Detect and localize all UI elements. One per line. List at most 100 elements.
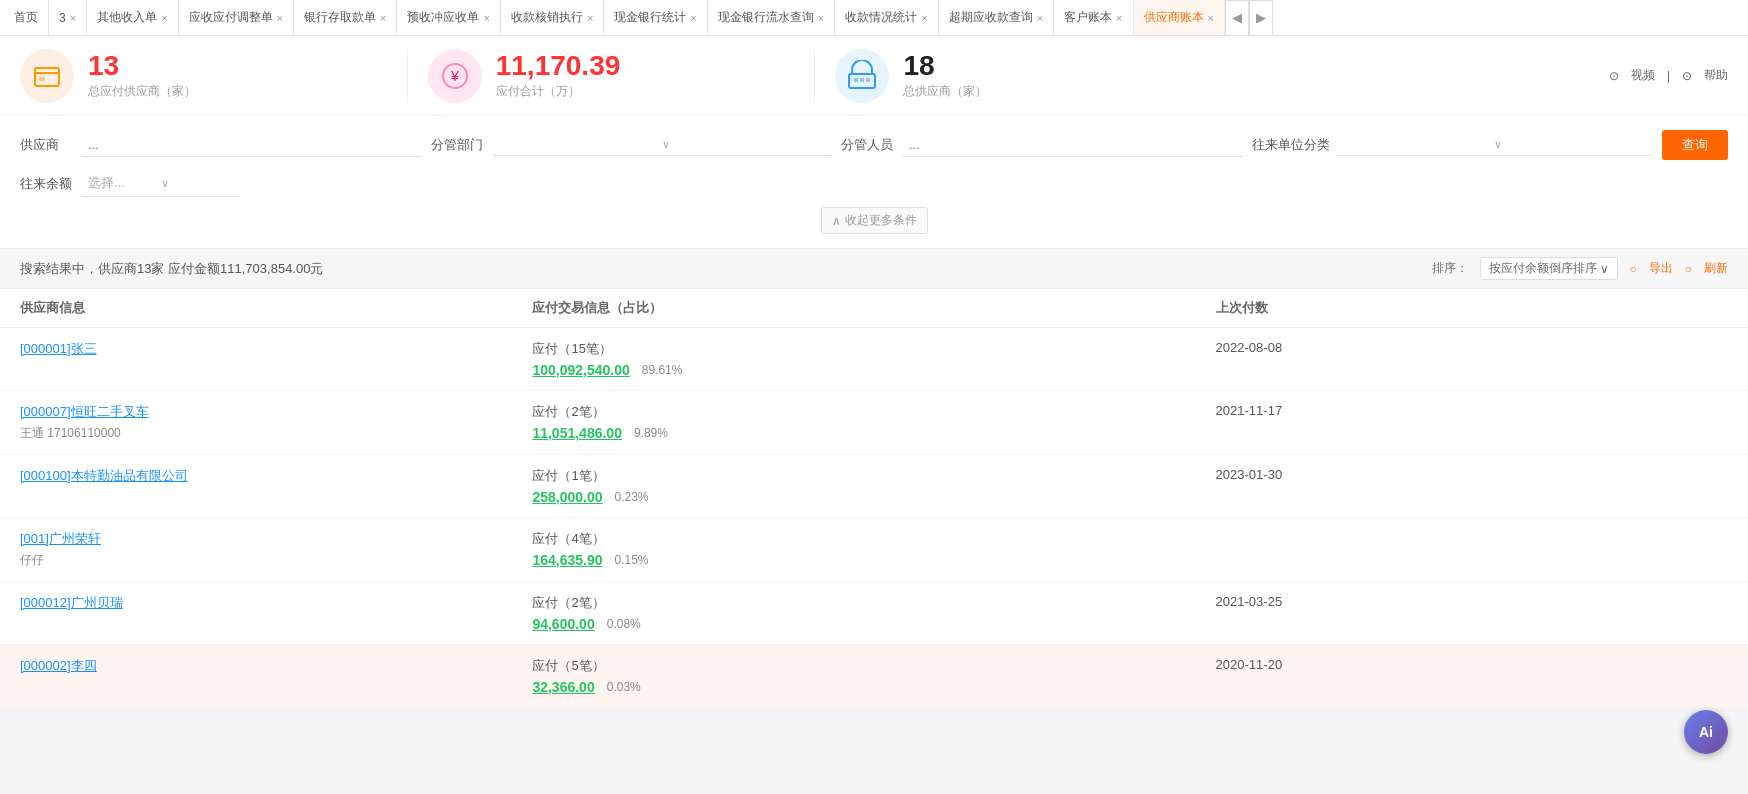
tx-amount[interactable]: 100,092,540.00 xyxy=(532,362,629,378)
payable-suppliers-icon xyxy=(20,49,74,103)
nav-tab-bank-deposit-label: 银行存取款单 xyxy=(304,9,376,26)
supplier-name-link[interactable]: [000012]广州贝瑞 xyxy=(20,595,123,610)
person-filter-input[interactable] xyxy=(903,133,1242,157)
nav-tab-overdue[interactable]: 超期应收款查询 × xyxy=(939,0,1054,36)
close-icon[interactable]: × xyxy=(1208,12,1214,24)
stat-block-total-suppliers: 18 总供应商（家） xyxy=(815,49,1588,103)
refresh-button[interactable]: 刷新 xyxy=(1704,260,1728,277)
tx-amount-row: 258,000.00 0.23% xyxy=(532,489,1215,505)
nav-tab-other-income[interactable]: 其他收入单 × xyxy=(87,0,178,36)
nav-tab-cash-stats[interactable]: 现金银行统计 × xyxy=(604,0,707,36)
nav-tab-adjustment[interactable]: 应收应付调整单 × xyxy=(179,0,294,36)
filter-person: 分管人员 xyxy=(841,133,1242,157)
supplier-name-link[interactable]: [000100]本特勤油品有限公司 xyxy=(20,468,188,483)
table-row: [000001]张三 应付（15笔） 100,092,540.00 89.61%… xyxy=(0,328,1748,391)
nav-right-arrow[interactable]: ▶ xyxy=(1249,0,1273,36)
filter-dept: 分管部门 ∨ xyxy=(431,134,832,156)
tx-pct: 0.23% xyxy=(614,490,648,504)
tx-label: 应付（2笔） xyxy=(532,594,604,612)
tx-row: 应付（2笔） xyxy=(532,594,1215,612)
tx-label: 应付（15笔） xyxy=(532,340,611,358)
nav-tab-advance[interactable]: 预收冲应收单 × xyxy=(397,0,500,36)
total-suppliers-number: 18 xyxy=(903,51,987,82)
supplier-info-col: [000007]恒旺二手叉车 王通 17106110000 xyxy=(20,403,532,442)
close-icon[interactable]: × xyxy=(161,12,167,24)
svg-rect-6 xyxy=(860,78,864,82)
close-icon[interactable]: × xyxy=(818,12,824,24)
supplier-info-col: [000001]张三 xyxy=(20,340,532,358)
nav-tab-payment-verify-label: 收款核销执行 xyxy=(511,9,583,26)
nav-tab-advance-label: 预收冲应收单 xyxy=(407,9,479,26)
nav-tab-bank-deposit[interactable]: 银行存取款单 × xyxy=(294,0,397,36)
nav-tab-supplier-account[interactable]: 供应商账本 × xyxy=(1134,0,1225,36)
table-row: [000100]本特勤油品有限公司 应付（1笔） 258,000.00 0.23… xyxy=(0,455,1748,518)
nav-tab-3[interactable]: 3 × xyxy=(49,0,87,36)
svg-rect-5 xyxy=(854,78,858,82)
supplier-info-col: [000002]李四 xyxy=(20,657,532,675)
table-row: [001]广州荣轩 仔仔 应付（4笔） 164,635.90 0.15% xyxy=(0,518,1748,582)
tx-amount[interactable]: 94,600.00 xyxy=(532,616,594,632)
close-icon[interactable]: × xyxy=(70,12,76,24)
stat-text-payable-total: 11,170.39 应付合计（万） xyxy=(496,51,621,101)
tx-row: 应付（5笔） xyxy=(532,657,1215,675)
result-summary: 搜索结果中，供应商13家 应付金额111,703,854.00元 xyxy=(20,260,323,278)
collapse-button[interactable]: ∧ 收起更多条件 xyxy=(821,207,928,234)
tx-amount[interactable]: 11,051,486.00 xyxy=(532,425,622,441)
transaction-col: 应付（4笔） 164,635.90 0.15% xyxy=(532,530,1215,568)
supplier-name-link[interactable]: [000002]李四 xyxy=(20,658,97,673)
nav-tab-payment-verify[interactable]: 收款核销执行 × xyxy=(501,0,604,36)
help-link[interactable]: 帮助 xyxy=(1704,67,1728,84)
supplier-filter-input[interactable] xyxy=(82,133,421,157)
supplier-info-col: [000012]广州贝瑞 xyxy=(20,594,532,612)
close-icon[interactable]: × xyxy=(277,12,283,24)
close-icon[interactable]: × xyxy=(690,12,696,24)
total-suppliers-icon xyxy=(835,49,889,103)
sort-select[interactable]: 按应付余额倒序排序 ∨ xyxy=(1480,257,1618,280)
tx-pct: 0.03% xyxy=(607,680,641,694)
stat-text-total-suppliers: 18 总供应商（家） xyxy=(903,51,987,101)
tx-amount[interactable]: 164,635.90 xyxy=(532,552,602,568)
category-filter-select[interactable]: ∨ xyxy=(1336,134,1653,156)
close-icon[interactable]: × xyxy=(921,12,927,24)
table-row: [000002]李四 应付（5笔） 32,366.00 0.03% 2020-1… xyxy=(0,645,1748,707)
nav-tab-other-income-label: 其他收入单 xyxy=(97,9,157,26)
supplier-name-link[interactable]: [001]广州荣轩 xyxy=(20,531,101,546)
payable-total-icon: ¥ xyxy=(428,49,482,103)
tx-label: 应付（4笔） xyxy=(532,530,604,548)
tx-pct: 0.15% xyxy=(614,553,648,567)
nav-tab-customer-account[interactable]: 客户账本 × xyxy=(1054,0,1133,36)
balance-filter-select[interactable]: 选择... ∨ xyxy=(82,170,240,197)
close-icon[interactable]: × xyxy=(1116,12,1122,24)
transaction-col: 应付（5笔） 32,366.00 0.03% xyxy=(532,657,1215,695)
video-link[interactable]: 视频 xyxy=(1631,67,1655,84)
tx-amount[interactable]: 258,000.00 xyxy=(532,489,602,505)
chevron-down-icon: ∨ xyxy=(662,138,825,151)
dept-filter-label: 分管部门 xyxy=(431,136,487,154)
tx-pct: 9.89% xyxy=(634,426,668,440)
svg-text:¥: ¥ xyxy=(450,68,459,84)
transaction-col: 应付（1笔） 258,000.00 0.23% xyxy=(532,467,1215,505)
nav-tab-payment-stats[interactable]: 收款情况统计 × xyxy=(835,0,938,36)
nav-tab-cash-flow[interactable]: 现金银行流水查询 × xyxy=(708,0,835,36)
close-icon[interactable]: × xyxy=(587,12,593,24)
filter-supplier: 供应商 xyxy=(20,133,421,157)
supplier-name-link[interactable]: [000007]恒旺二手叉车 xyxy=(20,404,149,419)
result-bar: 搜索结果中，供应商13家 应付金额111,703,854.00元 排序： 按应付… xyxy=(0,249,1748,289)
supplier-name-link[interactable]: [000001]张三 xyxy=(20,341,97,356)
nav-tab-overdue-label: 超期应收款查询 xyxy=(949,9,1033,26)
table-row: [000012]广州贝瑞 应付（2笔） 94,600.00 0.08% 2021… xyxy=(0,582,1748,645)
export-button[interactable]: 导出 xyxy=(1649,260,1673,277)
nav-tab-home[interactable]: 首页 xyxy=(4,0,49,36)
nav-left-arrow[interactable]: ◀ xyxy=(1225,0,1249,36)
supplier-info-col: [000100]本特勤油品有限公司 xyxy=(20,467,532,485)
close-icon[interactable]: × xyxy=(1037,12,1043,24)
query-button[interactable]: 查询 xyxy=(1662,130,1728,160)
nav-tab-adjustment-label: 应收应付调整单 xyxy=(189,9,273,26)
dept-filter-select[interactable]: ∨ xyxy=(493,134,832,156)
tx-amount[interactable]: 32,366.00 xyxy=(532,679,594,695)
transaction-col: 应付（2笔） 11,051,486.00 9.89% xyxy=(532,403,1215,441)
close-icon[interactable]: × xyxy=(380,12,386,24)
filter-row-1: 供应商 分管部门 ∨ 分管人员 往来单位分类 ∨ 查询 xyxy=(20,130,1728,160)
last-payment-col: 2022-08-08 xyxy=(1216,340,1728,355)
close-icon[interactable]: × xyxy=(483,12,489,24)
